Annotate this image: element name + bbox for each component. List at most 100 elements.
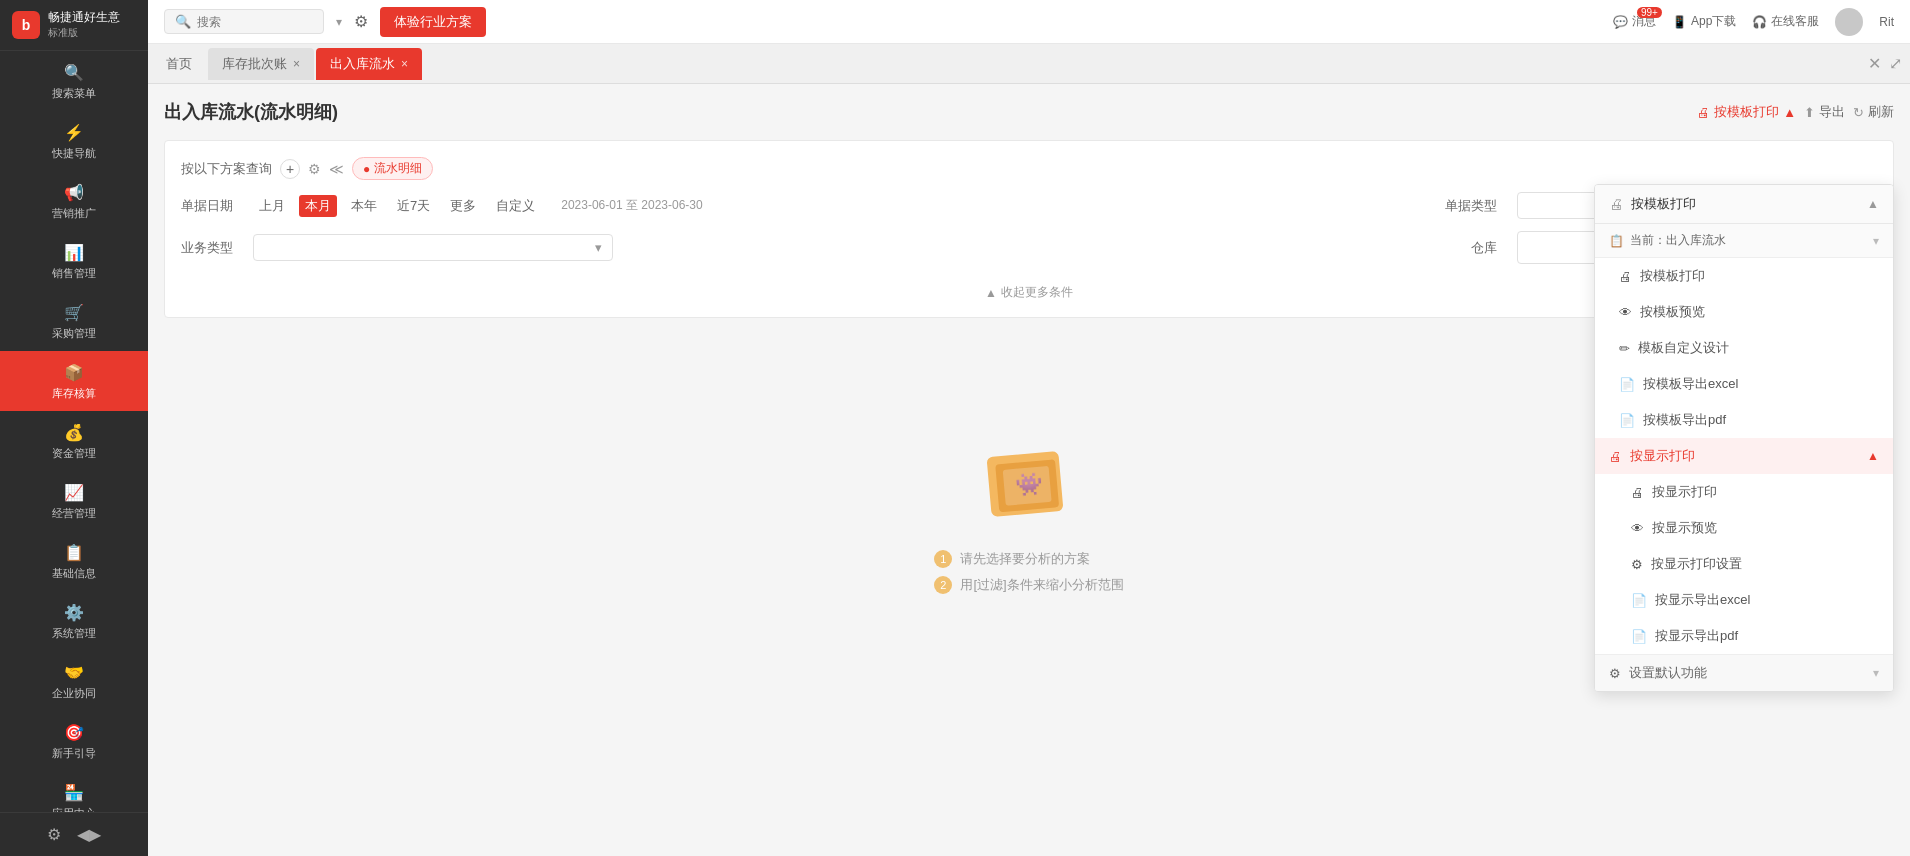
date-option-custom[interactable]: 自定义	[490, 195, 541, 217]
dropdown-print-icon: 🖨	[1609, 196, 1623, 212]
sidebar-item-marketing[interactable]: 📢 营销推广	[0, 171, 148, 231]
date-option-lastmonth[interactable]: 上月	[253, 195, 291, 217]
dropdown-display-preview[interactable]: 👁 按显示预览	[1595, 510, 1893, 546]
sidebar-item-label: 快捷导航	[52, 146, 96, 161]
dropdown-display-excel[interactable]: 📄 按显示导出excel	[1595, 582, 1893, 618]
empty-icon: 👾	[979, 434, 1079, 534]
date-option-thismonth[interactable]: 本月	[299, 195, 337, 217]
filter-collapse-icon[interactable]: ≪	[329, 161, 344, 177]
dropdown-display-setting[interactable]: ⚙ 按显示打印设置	[1595, 546, 1893, 582]
sidebar-item-operation[interactable]: 📈 经营管理	[0, 471, 148, 531]
sidebar-item-guide[interactable]: 🎯 新手引导	[0, 711, 148, 771]
sidebar-item-corp[interactable]: 🤝 企业协同	[0, 651, 148, 711]
topbar-service[interactable]: 🎧 在线客服	[1752, 13, 1819, 30]
sidebar-logo: b 畅捷通好生意 标准版	[0, 0, 148, 51]
dropdown-display-pdf[interactable]: 📄 按显示导出pdf	[1595, 618, 1893, 654]
topbar-gear-icon[interactable]: ⚙	[354, 12, 368, 31]
refresh-icon: ↻	[1853, 105, 1864, 120]
footer-settings-icon: ⚙	[1609, 666, 1621, 681]
sidebar-item-inventory[interactable]: 📦 库存核算	[0, 351, 148, 411]
filter-add-btn[interactable]: +	[280, 159, 300, 179]
sidebar-item-basic[interactable]: 📋 基础信息	[0, 531, 148, 591]
topbar-app-download[interactable]: 📱 App下载	[1672, 13, 1736, 30]
app-name-block: 畅捷通好生意 标准版	[48, 10, 120, 40]
dropdown-template-pdf[interactable]: 📄 按模板导出pdf	[1595, 402, 1893, 438]
filter-cog-icon[interactable]: ⚙	[308, 161, 321, 177]
operation-icon: 📈	[64, 483, 84, 502]
sidebar-item-quicknav[interactable]: ⚡ 快捷导航	[0, 111, 148, 171]
collapse-btn[interactable]: ▲ 收起更多条件	[985, 284, 1073, 301]
tab-flow[interactable]: 出入库流水 ×	[316, 48, 422, 80]
sidebar-collapse-icon[interactable]: ◀▶	[77, 825, 101, 844]
filter-header-label: 按以下方案查询	[181, 160, 272, 178]
date-option-thisyear[interactable]: 本年	[345, 195, 383, 217]
date-option-more[interactable]: 更多	[444, 195, 482, 217]
avatar[interactable]	[1835, 8, 1863, 36]
print-btn[interactable]: 🖨 按模板打印 ▲	[1697, 103, 1796, 121]
page-actions: 🖨 按模板打印 ▲ ⬆ 导出 ↻ 刷新	[1697, 103, 1894, 121]
sidebar-item-appstore[interactable]: 🏪 应用中心	[0, 771, 148, 812]
filter-tag-icon: ●	[363, 162, 370, 176]
sales-icon: 📊	[64, 243, 84, 262]
app-icon: 📱	[1672, 15, 1687, 29]
tab-flow-label: 出入库流水	[330, 55, 395, 73]
tab-batch-close[interactable]: ×	[293, 57, 300, 71]
message-badge: 99+	[1637, 7, 1662, 18]
biz-type-select[interactable]: ▾	[253, 234, 613, 261]
sidebar-item-sales[interactable]: 📊 销售管理	[0, 231, 148, 291]
filter-active-tag[interactable]: ● 流水明细	[352, 157, 433, 180]
dropdown-template-custom[interactable]: ✏ 模板自定义设计	[1595, 330, 1893, 366]
dropdown-template-print[interactable]: 🖨 按模板打印	[1595, 258, 1893, 294]
filter-tag-label: 流水明细	[374, 160, 422, 177]
sidebar-item-purchase[interactable]: 🛒 采购管理	[0, 291, 148, 351]
appstore-icon: 🏪	[64, 783, 84, 802]
tab-flow-close[interactable]: ×	[401, 57, 408, 71]
tabs-bar: 首页 库存批次账 × 出入库流水 × ✕ ⤢	[148, 44, 1910, 84]
sidebar-item-search[interactable]: 🔍 搜索菜单	[0, 51, 148, 111]
dropdown-display-section-header[interactable]: 🖨 按显示打印 ▲	[1595, 438, 1893, 474]
app-label: App下载	[1691, 13, 1736, 30]
sidebar-item-label: 新手引导	[52, 746, 96, 761]
topbar-message[interactable]: 💬 消息 99+	[1613, 13, 1656, 30]
topbar-chevron-icon[interactable]: ▾	[336, 15, 342, 29]
template-pdf-icon: 📄	[1619, 413, 1635, 428]
empty-hint-1: 1 请先选择要分析的方案	[934, 550, 1123, 568]
dropdown-header: 🖨 按模板打印 ▲	[1595, 185, 1893, 224]
window-close-icon[interactable]: ✕	[1868, 54, 1881, 73]
export-btn[interactable]: ⬆ 导出	[1804, 103, 1845, 121]
sidebar-item-system[interactable]: ⚙️ 系统管理	[0, 591, 148, 651]
date-option-7days[interactable]: 近7天	[391, 195, 436, 217]
refresh-btn[interactable]: ↻ 刷新	[1853, 103, 1894, 121]
main-area: 🔍 ▾ ⚙ 体验行业方案 💬 消息 99+ 📱 App下载 🎧 在线客服 Rit	[148, 0, 1910, 856]
industry-btn[interactable]: 体验行业方案	[380, 7, 486, 37]
sidebar-item-finance[interactable]: 💰 资金管理	[0, 411, 148, 471]
dropdown-template-excel[interactable]: 📄 按模板导出excel	[1595, 366, 1893, 402]
tab-home-label: 首页	[166, 55, 192, 73]
export-btn-label: 导出	[1819, 103, 1845, 121]
empty-hints: 1 请先选择要分析的方案 2 用[过滤]条件来缩小分析范围	[934, 550, 1123, 594]
display-setting-label: 按显示打印设置	[1651, 555, 1742, 573]
dropdown-chevron-icon[interactable]: ▲	[1867, 197, 1879, 211]
window-maximize-icon[interactable]: ⤢	[1889, 54, 1902, 73]
quicknav-icon: ⚡	[64, 123, 84, 142]
tab-batch[interactable]: 库存批次账 ×	[208, 48, 314, 80]
dropdown-display-print[interactable]: 🖨 按显示打印	[1595, 474, 1893, 510]
dropdown-footer[interactable]: ⚙ 设置默认功能 ▾	[1595, 654, 1893, 691]
current-icon: 📋	[1609, 234, 1624, 248]
search-input[interactable]	[197, 15, 277, 29]
dropdown-template-preview[interactable]: 👁 按模板预览	[1595, 294, 1893, 330]
sidebar-settings-icon[interactable]: ⚙	[47, 825, 61, 844]
tab-batch-label: 库存批次账	[222, 55, 287, 73]
biz-type-label: 业务类型	[181, 239, 233, 257]
sidebar-item-label: 系统管理	[52, 626, 96, 641]
template-excel-icon: 📄	[1619, 377, 1635, 392]
tab-home[interactable]: 首页	[152, 48, 206, 80]
service-label: 在线客服	[1771, 13, 1819, 30]
system-icon: ⚙️	[64, 603, 84, 622]
template-preview-icon: 👁	[1619, 305, 1632, 320]
topbar-search-box[interactable]: 🔍	[164, 9, 324, 34]
sidebar-item-label: 销售管理	[52, 266, 96, 281]
inventory-icon: 📦	[64, 363, 84, 382]
template-custom-label: 模板自定义设计	[1638, 339, 1729, 357]
corp-icon: 🤝	[64, 663, 84, 682]
